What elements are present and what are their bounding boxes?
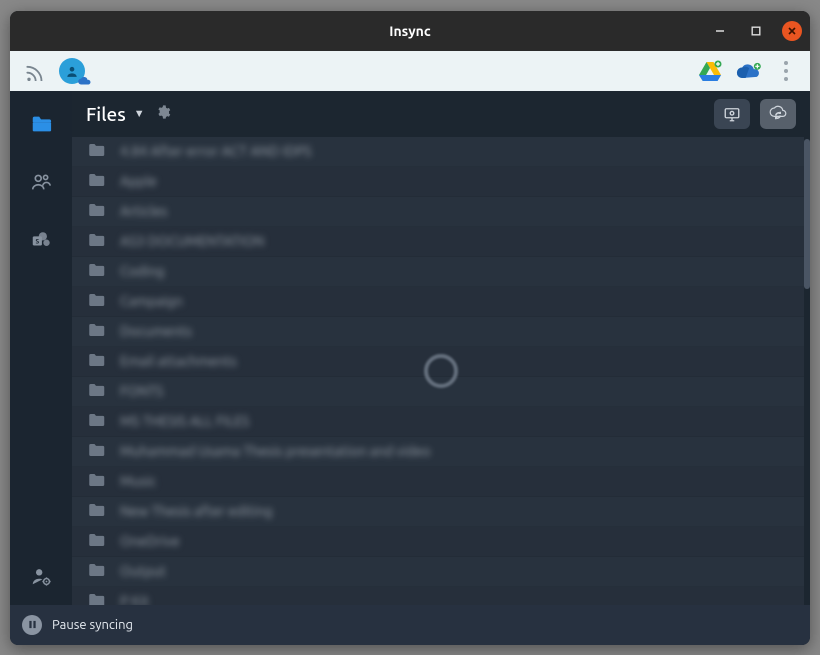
folder-icon xyxy=(86,501,106,522)
folder-name: New Thesis after editing xyxy=(120,503,273,519)
folder-name: 4.84 After error ACT AND IDPS xyxy=(120,143,312,159)
folder-icon xyxy=(86,321,106,342)
folder-name: Coding xyxy=(120,263,164,279)
folder-row[interactable]: Music xyxy=(72,467,804,497)
window-title: Insync xyxy=(389,23,431,39)
folder-icon xyxy=(86,411,106,432)
folder-icon xyxy=(86,471,106,492)
files-dropdown[interactable]: Files ▼ xyxy=(86,103,145,125)
pause-icon xyxy=(22,615,42,635)
window-controls xyxy=(710,11,802,51)
folder-row[interactable]: P Kit xyxy=(72,587,804,605)
folder-row[interactable]: Muhammad Usama Thesis presentation and v… xyxy=(72,437,804,467)
view-settings-icon[interactable] xyxy=(155,104,171,124)
svg-text:S: S xyxy=(36,238,40,245)
folder-name: Output xyxy=(120,563,166,579)
sidebar-item-sharepoint[interactable]: S xyxy=(24,225,58,255)
sidebar: S xyxy=(10,91,72,605)
folder-row[interactable]: OneDrive xyxy=(72,527,804,557)
more-menu-icon[interactable] xyxy=(772,57,800,85)
folder-icon xyxy=(86,561,106,582)
folder-icon xyxy=(86,351,106,372)
folder-row[interactable]: Articles xyxy=(72,197,804,227)
content-area: S Files ▼ xyxy=(10,91,810,605)
account-avatar-icon[interactable] xyxy=(58,57,86,85)
folder-icon xyxy=(86,291,106,312)
folder-row[interactable]: Output xyxy=(72,557,804,587)
app-window: Insync xyxy=(10,11,810,645)
folder-row[interactable]: AS3 DOCUMENTATION xyxy=(72,227,804,257)
folder-row[interactable]: Documents xyxy=(72,317,804,347)
folder-icon xyxy=(86,591,106,605)
minimize-button[interactable] xyxy=(710,21,730,41)
folder-name: Documents xyxy=(120,323,192,339)
chevron-down-icon: ▼ xyxy=(134,108,145,120)
statusbar: Pause syncing xyxy=(10,605,810,645)
folder-name: Apple xyxy=(120,173,157,189)
folder-row[interactable]: MS THESIS ALL FILES xyxy=(72,407,804,437)
activity-feed-icon[interactable] xyxy=(20,57,48,85)
folder-icon xyxy=(86,231,106,252)
sidebar-item-files[interactable] xyxy=(24,109,58,139)
folder-row[interactable]: New Thesis after editing xyxy=(72,497,804,527)
pause-syncing-button[interactable]: Pause syncing xyxy=(22,615,133,635)
folder-icon xyxy=(86,141,106,162)
status-label: Pause syncing xyxy=(52,618,133,632)
add-google-drive-icon[interactable] xyxy=(696,57,724,85)
add-onedrive-icon[interactable] xyxy=(734,57,762,85)
folder-name: MS THESIS ALL FILES xyxy=(120,413,249,429)
folder-icon xyxy=(86,531,106,552)
sidebar-item-account-settings[interactable] xyxy=(24,561,58,591)
maximize-button[interactable] xyxy=(746,21,766,41)
folder-name: FONTS xyxy=(120,383,163,399)
folder-name: Articles xyxy=(120,203,167,219)
scrollbar-thumb[interactable] xyxy=(804,139,810,289)
folder-row[interactable]: Apple xyxy=(72,167,804,197)
folder-row[interactable]: Coding xyxy=(72,257,804,287)
close-button[interactable] xyxy=(782,21,802,41)
topbar xyxy=(10,51,810,91)
loading-spinner-icon xyxy=(424,354,458,388)
folder-name: Campaign xyxy=(120,293,183,309)
main-panel: Files ▼ xyxy=(72,91,810,605)
folder-row[interactable]: Campaign xyxy=(72,287,804,317)
files-dropdown-label: Files xyxy=(86,103,126,125)
folder-name: P Kit xyxy=(120,593,149,605)
folder-icon xyxy=(86,171,106,192)
folder-list: 4.84 After error ACT AND IDPS Apple Articl… xyxy=(72,137,810,605)
folder-name: Music xyxy=(120,473,156,489)
local-files-button[interactable] xyxy=(714,99,750,129)
folder-icon xyxy=(86,201,106,222)
folder-row[interactable]: 4.84 After error ACT AND IDPS xyxy=(72,137,804,167)
folder-name: AS3 DOCUMENTATION xyxy=(120,233,264,249)
folder-icon xyxy=(86,381,106,402)
folder-name: Email attachments xyxy=(120,353,237,369)
sidebar-item-shared[interactable] xyxy=(24,167,58,197)
titlebar: Insync xyxy=(10,11,810,51)
folder-icon xyxy=(86,261,106,282)
folder-name: OneDrive xyxy=(120,533,180,549)
sync-button[interactable] xyxy=(760,99,796,129)
main-header: Files ▼ xyxy=(72,91,810,137)
folder-icon xyxy=(86,441,106,462)
folder-name: Muhammad Usama Thesis presentation and v… xyxy=(120,443,431,459)
